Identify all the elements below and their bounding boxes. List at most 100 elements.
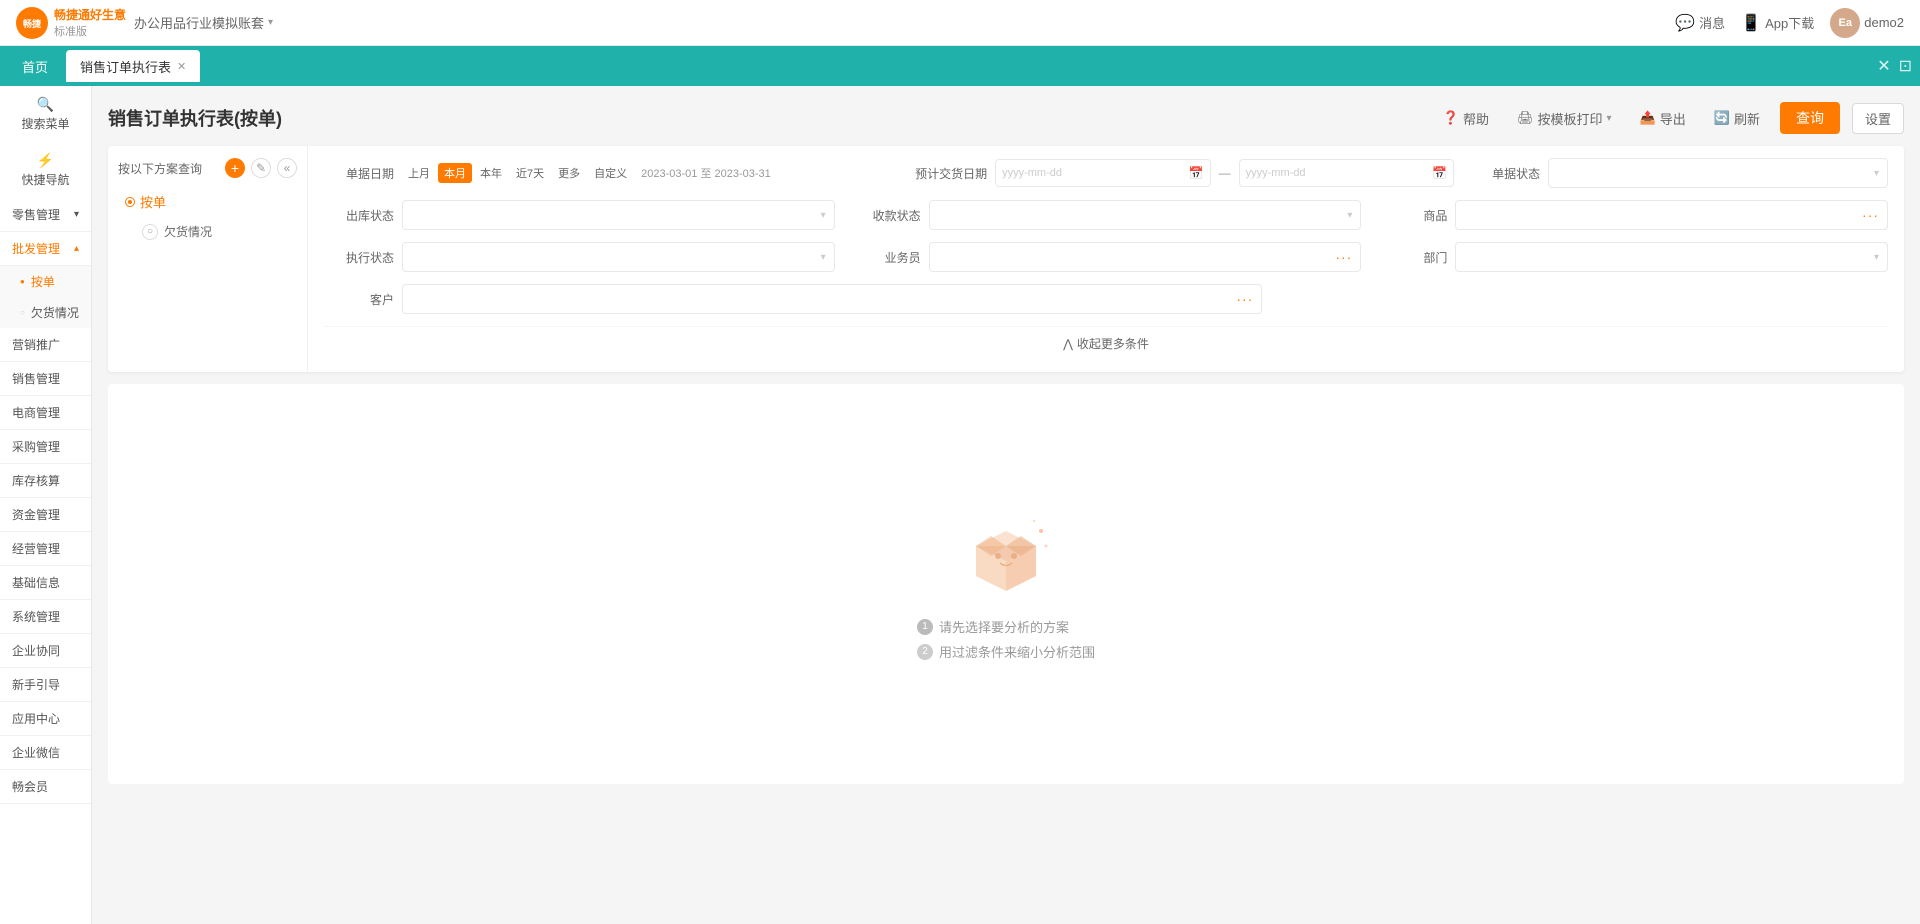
- settings-button[interactable]: 设置: [1852, 103, 1904, 134]
- export-button[interactable]: 📤 导出: [1632, 105, 1694, 132]
- sidebar-item-system[interactable]: 系统管理: [0, 600, 91, 634]
- order-status-select[interactable]: ▾: [1548, 158, 1888, 188]
- collapse-more-button[interactable]: ⋀ 收起更多条件: [324, 326, 1888, 360]
- date-tab-this-month[interactable]: 本月: [438, 163, 472, 183]
- help-button[interactable]: ❓ 帮助: [1435, 105, 1497, 132]
- user-menu[interactable]: Ea demo2: [1830, 8, 1904, 38]
- tab-close-all-icon[interactable]: ✕: [1877, 56, 1890, 76]
- sidebar-item-sales[interactable]: 销售管理: [0, 362, 91, 396]
- filter-field-order-status: 单据状态 ▾: [1470, 158, 1888, 188]
- tab-maximize-icon[interactable]: ⊡: [1899, 56, 1912, 76]
- tip-text-2: 用过滤条件来缩小分析范围: [939, 642, 1095, 661]
- customer-select[interactable]: ···: [402, 284, 1262, 314]
- settings-label: 设置: [1865, 109, 1891, 128]
- dept-arrow-icon: ▾: [1874, 252, 1879, 263]
- expected-date-start-placeholder: yyyy-mm-dd: [1002, 167, 1062, 179]
- logo-icon: 畅捷: [16, 7, 48, 39]
- customer-dots-icon: ···: [1236, 291, 1253, 307]
- tip-text-1: 请先选择要分析的方案: [939, 617, 1069, 636]
- refresh-button[interactable]: 🔄 刷新: [1706, 105, 1768, 132]
- message-button[interactable]: 💬 消息: [1675, 13, 1725, 33]
- press-order-label: 按单: [31, 273, 55, 290]
- retail-label: 零售管理: [12, 206, 60, 223]
- search-label: 查询: [1796, 108, 1824, 128]
- sidebar-item-finance[interactable]: 资金管理: [0, 498, 91, 532]
- scheme-label: 按以下方案查询: [118, 160, 202, 177]
- payment-label: 收款状态: [851, 207, 921, 224]
- sidebar-quick-nav[interactable]: ⚡ 快捷导航: [0, 142, 91, 198]
- add-scheme-button[interactable]: +: [225, 158, 245, 178]
- sidebar-item-coop[interactable]: 企业协同: [0, 634, 91, 668]
- sidebar-item-marketing[interactable]: 营销推广: [0, 328, 91, 362]
- exec-status-label: 执行状态: [324, 249, 394, 266]
- empty-tip-2: 2 用过滤条件来缩小分析范围: [917, 642, 1095, 661]
- home-tab-label: 首页: [22, 57, 48, 76]
- sidebar-item-wholesale[interactable]: 批发管理 ▴: [0, 232, 91, 266]
- breadcrumb-selector[interactable]: 办公用品行业模拟账套 ▾: [134, 13, 273, 32]
- empty-state: 1 请先选择要分析的方案 2 用过滤条件来缩小分析范围: [897, 441, 1115, 727]
- product-select[interactable]: ···: [1455, 200, 1888, 230]
- edit-scheme-button[interactable]: ✎: [251, 158, 271, 178]
- sidebar-item-member[interactable]: 畅会员: [0, 770, 91, 804]
- message-label: 消息: [1699, 13, 1725, 32]
- date-label: 单据日期: [324, 165, 394, 182]
- coop-label: 企业协同: [12, 642, 60, 659]
- expected-date-end[interactable]: yyyy-mm-dd 📅: [1239, 159, 1455, 187]
- sidebar-item-basic[interactable]: 基础信息: [0, 566, 91, 600]
- date-tab-this-year[interactable]: 本年: [474, 163, 508, 183]
- empty-tips: 1 请先选择要分析的方案 2 用过滤条件来缩小分析范围: [917, 617, 1095, 667]
- system-label: 系统管理: [12, 608, 60, 625]
- filter-field-shipping: 出库状态 ▾: [324, 200, 835, 230]
- wholesale-arrow-icon: ▴: [74, 243, 79, 254]
- collapse-scheme-button[interactable]: «: [277, 158, 297, 178]
- print-dropdown-icon: ▾: [1607, 113, 1612, 124]
- page-title-bar: 销售订单执行表(按单) ❓ 帮助 🖨 按模板打印 ▾ 📤 导出: [108, 102, 1904, 134]
- member-label: 畅会员: [12, 778, 48, 795]
- avatar: Ea: [1830, 8, 1860, 38]
- arrears-dot-icon: ○: [20, 308, 25, 317]
- avatar-text: Ea: [1839, 17, 1852, 29]
- expected-date-start[interactable]: yyyy-mm-dd 📅: [995, 159, 1211, 187]
- print-icon: 🖨: [1517, 110, 1534, 126]
- inventory-label: 库存核算: [12, 472, 60, 489]
- date-tab-7days[interactable]: 近7天: [510, 163, 550, 183]
- sidebar-item-appstore[interactable]: 应用中心: [0, 702, 91, 736]
- filter-field-payment: 收款状态 ▾: [851, 200, 1362, 230]
- sidebar-item-wechat[interactable]: 企业微信: [0, 736, 91, 770]
- tab-bar: 首页 销售订单执行表 ✕ ✕ ⊡: [0, 46, 1920, 86]
- sidebar-item-operations[interactable]: 经营管理: [0, 532, 91, 566]
- sidebar-subitem-arrears[interactable]: ○ 欠货情况: [0, 297, 91, 328]
- expected-date-start-calendar-icon: 📅: [1189, 166, 1204, 180]
- exec-status-select[interactable]: ▾: [402, 242, 835, 272]
- shipping-status-select[interactable]: ▾: [402, 200, 835, 230]
- sidebar-item-purchase[interactable]: 采购管理: [0, 430, 91, 464]
- username-label: demo2: [1864, 15, 1904, 30]
- tab-close-icon[interactable]: ✕: [177, 60, 186, 73]
- template-print-button[interactable]: 🖨 按模板打印 ▾: [1509, 105, 1620, 132]
- sidebar-item-retail[interactable]: 零售管理 ▾: [0, 198, 91, 232]
- sidebar-item-ecommerce[interactable]: 电商管理: [0, 396, 91, 430]
- filter-field-dept: 部门 ▾: [1377, 242, 1888, 272]
- date-tab-last-month[interactable]: 上月: [402, 163, 436, 183]
- date-tab-more[interactable]: 更多: [552, 163, 586, 183]
- sidebar-subitem-press-order[interactable]: ● 按单: [0, 266, 91, 297]
- scheme-item-press-order[interactable]: 按单: [118, 186, 297, 217]
- expected-date-label: 预计交货日期: [897, 165, 987, 182]
- tab-sales-exec[interactable]: 销售订单执行表 ✕: [66, 50, 200, 82]
- salesman-select[interactable]: ···: [929, 242, 1362, 272]
- dept-select[interactable]: ▾: [1455, 242, 1888, 272]
- operations-label: 经营管理: [12, 540, 60, 557]
- sidebar-item-newbie[interactable]: 新手引导: [0, 668, 91, 702]
- date-separator: —: [1219, 166, 1231, 180]
- payment-status-select[interactable]: ▾: [929, 200, 1362, 230]
- filter-row-2: 出库状态 ▾ 收款状态 ▾: [324, 200, 1888, 230]
- scheme-item-arrears[interactable]: ○ 欠货情况: [118, 217, 297, 246]
- app-download-button[interactable]: 📱 App下载: [1741, 13, 1814, 33]
- filter-right-panel: 单据日期 上月 本月 本年 近7天 更多 自定义 2023-03-01 至 20…: [308, 146, 1904, 372]
- sidebar-search[interactable]: 🔍 搜索菜单: [0, 86, 91, 142]
- sidebar-item-inventory[interactable]: 库存核算: [0, 464, 91, 498]
- date-tab-custom[interactable]: 自定义: [588, 163, 633, 183]
- filter-left-actions: + ✎ «: [225, 158, 297, 178]
- tab-home[interactable]: 首页: [8, 50, 62, 82]
- search-button[interactable]: 查询: [1780, 102, 1840, 134]
